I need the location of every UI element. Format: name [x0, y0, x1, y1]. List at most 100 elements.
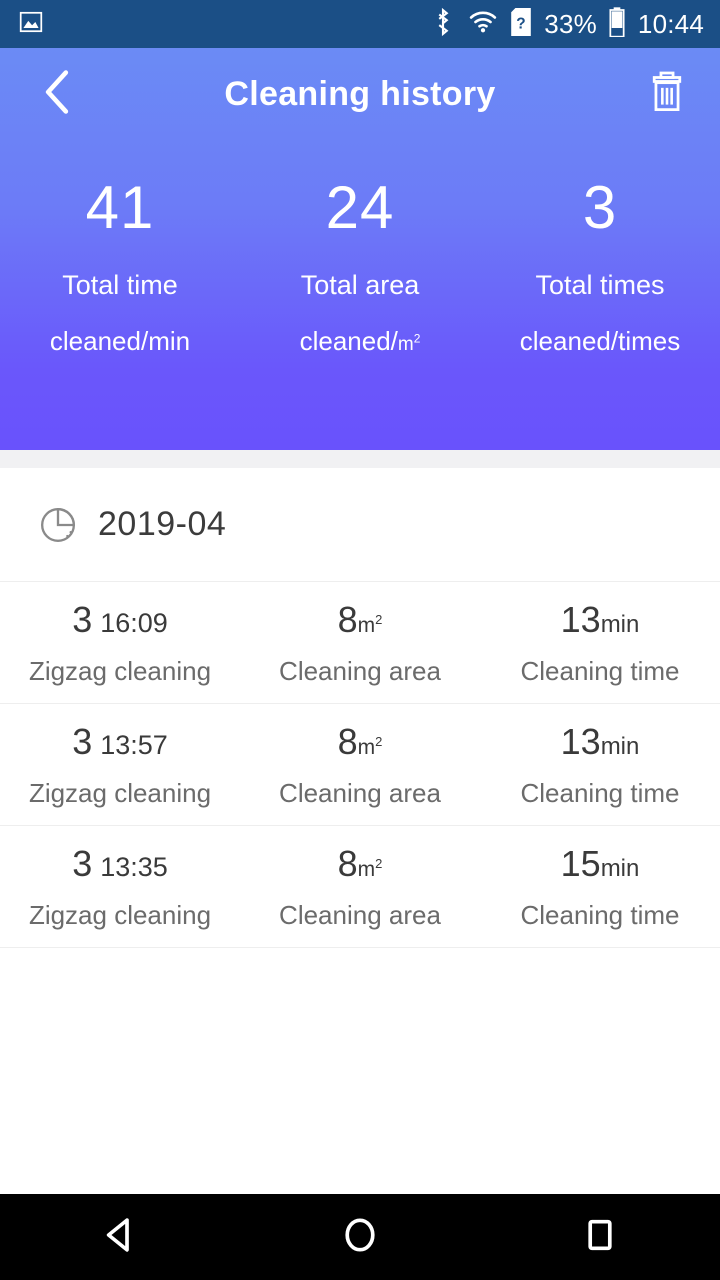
stat-label: Total times	[535, 270, 665, 300]
record-area-unit-group: m2	[357, 855, 383, 881]
record-mode-label: Zigzag cleaning	[28, 899, 212, 930]
delete-history-button[interactable]	[642, 67, 692, 121]
record-duration-value: 13	[560, 720, 601, 762]
stat-value: 24	[325, 174, 395, 241]
month-label: 2019-04	[98, 505, 227, 543]
record-area-superscript: 2	[375, 855, 383, 871]
table-row[interactable]: 3 13:35 Zigzag cleaning 8m2 Cleaning area…	[0, 826, 720, 948]
nav-recents-button[interactable]	[540, 1194, 660, 1280]
battery-icon	[609, 6, 625, 42]
month-header: 2019-04	[0, 468, 720, 582]
back-button[interactable]	[30, 67, 84, 121]
record-mode-cell: 3 16:09 Zigzag cleaning	[0, 582, 240, 703]
record-area-unit: m	[357, 735, 376, 759]
record-area-unit: m	[357, 613, 376, 637]
page-title: Cleaning history	[224, 74, 496, 113]
stat-total-area: 24 Total area cleaned/m2	[240, 174, 480, 355]
record-duration-value-group: 15min	[560, 842, 640, 884]
record-area-value: 8	[337, 720, 358, 762]
record-area-unit-group: m2	[357, 611, 383, 637]
stat-unit-prefix: cleaned/	[299, 326, 398, 356]
section-divider	[0, 450, 720, 468]
record-day-time: 3 16:09	[72, 598, 168, 640]
history-list: 2019-04 3 16:09 Zigzag cleaning 8m2 Clean…	[0, 468, 720, 1194]
status-bar-system-icons: ? 33% 10:44	[431, 6, 704, 42]
stat-unit: cleaned/min	[0, 328, 240, 354]
record-duration-value-group: 13min	[560, 720, 640, 762]
record-duration-value: 15	[560, 842, 601, 884]
record-time: 13:57	[100, 729, 168, 760]
record-area-label: Cleaning area	[279, 655, 441, 686]
app-bar: Cleaning history	[0, 48, 720, 140]
bluetooth-icon	[431, 7, 455, 42]
record-day-time: 3 13:57	[72, 720, 168, 762]
stat-unit-prefix: cleaned/	[519, 326, 619, 356]
triangle-back-icon	[99, 1214, 141, 1261]
sim-card-alert-icon: ?	[511, 7, 532, 41]
record-mode-cell: 3 13:35 Zigzag cleaning	[0, 826, 240, 947]
record-duration-value-group: 13min	[560, 598, 640, 640]
record-time: 16:09	[100, 607, 168, 638]
record-area-value: 8	[337, 842, 358, 884]
image-icon	[18, 9, 44, 40]
phone-screen: ? 33% 10:44 Cleaning history 41 Total ti…	[0, 0, 720, 1280]
square-recents-icon	[579, 1214, 621, 1261]
record-area-label: Cleaning area	[279, 777, 441, 808]
summary-stats: 41 Total time cleaned/min 24 Total area …	[0, 140, 720, 356]
record-duration-unit: min	[600, 854, 640, 882]
stat-total-time: 41 Total time cleaned/min	[0, 174, 240, 355]
record-duration-cell: 13min Cleaning time	[480, 582, 720, 703]
record-duration-value: 13	[560, 598, 601, 640]
stat-unit-suffix: m	[397, 334, 414, 355]
record-area-value: 8	[337, 598, 358, 640]
record-area-value-group: 8m2	[337, 842, 383, 884]
record-duration-label: Cleaning time	[520, 777, 680, 808]
stat-unit-suffix-squared: m2	[397, 331, 421, 355]
trash-icon	[648, 71, 686, 118]
stat-unit-superscript: 2	[413, 331, 421, 346]
record-day: 3	[72, 720, 93, 762]
pie-chart-icon	[38, 505, 78, 545]
nav-home-button[interactable]	[300, 1194, 420, 1280]
table-row[interactable]: 3 13:57 Zigzag cleaning 8m2 Cleaning area…	[0, 704, 720, 826]
battery-indicator: 33%	[544, 6, 625, 42]
record-area-unit: m	[357, 857, 376, 881]
header-gradient-panel: Cleaning history 41 Total time cleaned/m…	[0, 48, 720, 450]
nav-back-button[interactable]	[60, 1194, 180, 1280]
record-mode-label: Zigzag cleaning	[28, 655, 212, 686]
battery-percent-label: 33%	[544, 9, 597, 39]
record-day: 3	[72, 842, 93, 884]
record-area-value-group: 8m2	[337, 598, 383, 640]
stat-label: Total area	[300, 270, 420, 300]
stat-unit-suffix: times	[618, 326, 681, 356]
stat-value: 41	[85, 174, 155, 241]
record-duration-unit: min	[600, 732, 640, 760]
stat-unit-prefix: cleaned/	[49, 326, 149, 356]
wifi-icon	[468, 9, 498, 40]
record-area-label: Cleaning area	[279, 899, 441, 930]
status-bar-notifications	[18, 9, 44, 40]
record-duration-unit: min	[600, 610, 640, 638]
clock-label: 10:44	[637, 9, 704, 39]
record-area-cell: 8m2 Cleaning area	[240, 826, 480, 947]
record-area-cell: 8m2 Cleaning area	[240, 704, 480, 825]
record-area-superscript: 2	[375, 611, 383, 627]
circle-home-icon	[339, 1214, 381, 1261]
record-mode-label: Zigzag cleaning	[28, 777, 212, 808]
chevron-left-icon	[39, 69, 75, 120]
table-row[interactable]: 3 16:09 Zigzag cleaning 8m2 Cleaning area…	[0, 582, 720, 704]
stat-value: 3	[582, 174, 618, 241]
record-area-unit-group: m2	[357, 735, 383, 759]
stat-unit: cleaned/m2	[240, 328, 480, 354]
record-area-cell: 8m2 Cleaning area	[240, 582, 480, 703]
record-mode-cell: 3 13:57 Zigzag cleaning	[0, 704, 240, 825]
record-duration-label: Cleaning time	[520, 655, 680, 686]
svg-text:?: ?	[517, 15, 526, 32]
record-day: 3	[72, 598, 93, 640]
record-time: 13:35	[100, 851, 168, 882]
record-duration-cell: 13min Cleaning time	[480, 704, 720, 825]
stat-unit-suffix: min	[148, 326, 191, 356]
stat-total-times: 3 Total times cleaned/times	[480, 174, 720, 356]
record-area-value-group: 8m2	[337, 720, 383, 762]
stat-label: Total time	[62, 270, 178, 300]
